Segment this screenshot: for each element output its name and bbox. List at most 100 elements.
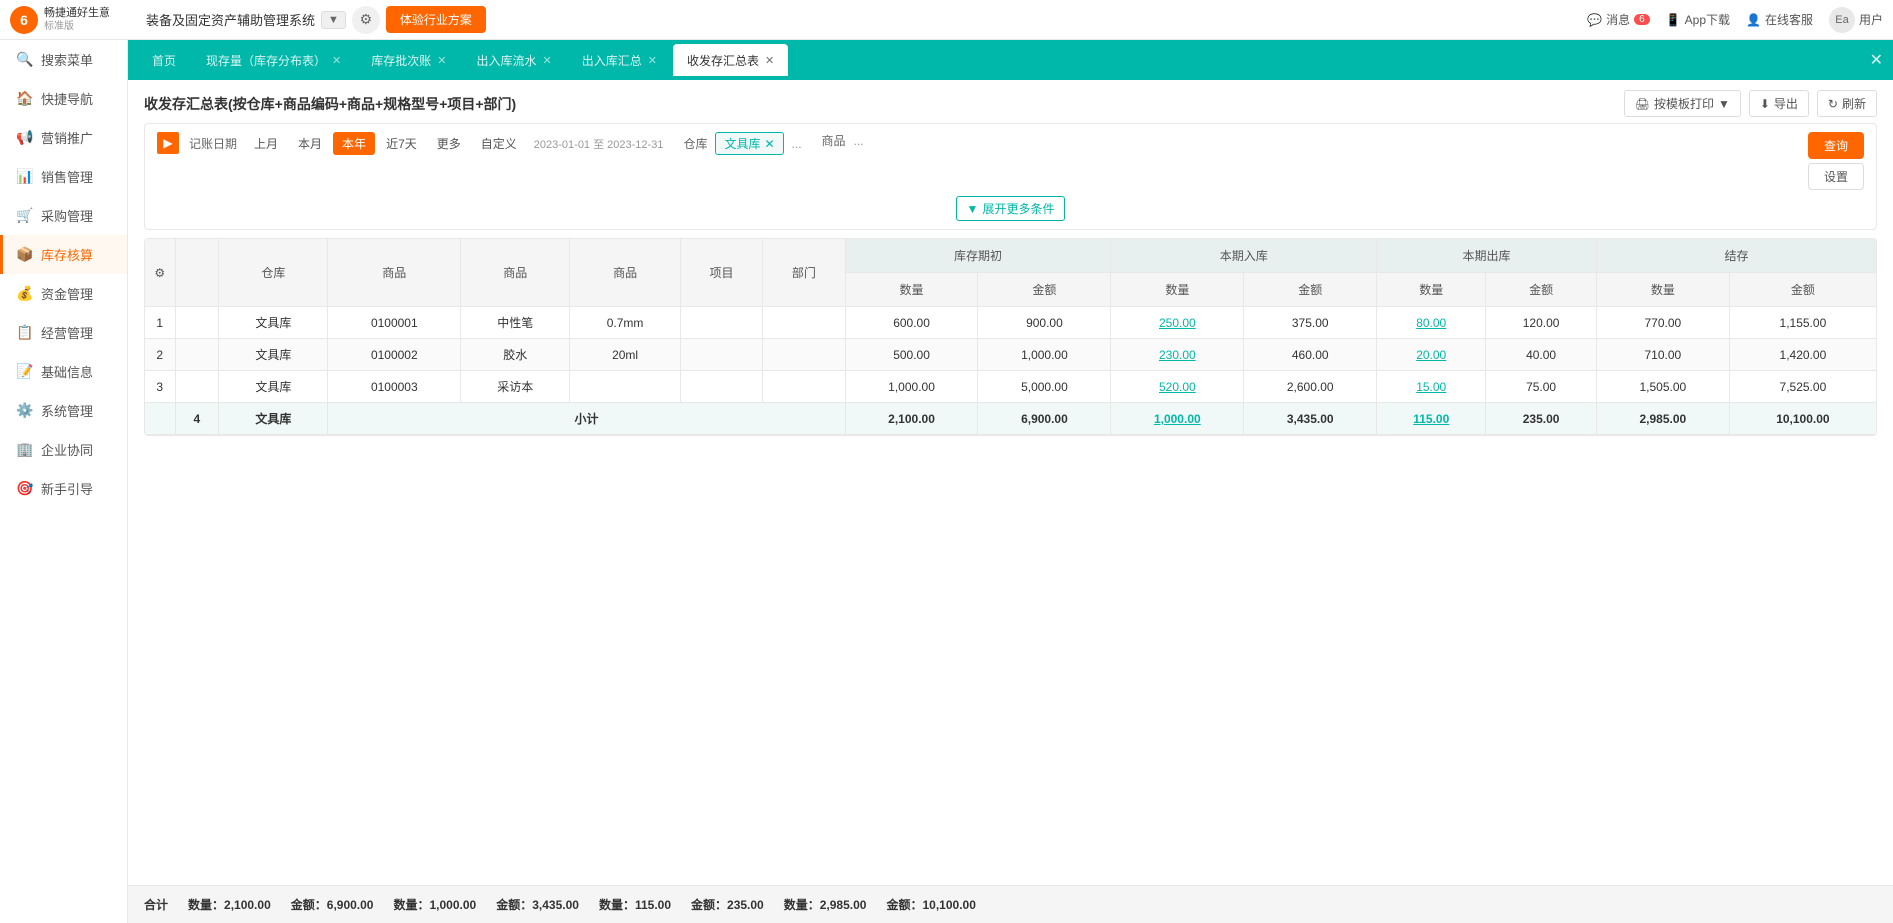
warehouse-tag: 文具库 ✕ (715, 132, 783, 155)
row2-num2 (175, 339, 219, 371)
tab-inventory-dist[interactable]: 现存量（库存分布表） ✕ (192, 44, 355, 76)
filter-settings-btn[interactable]: 设置 (1808, 163, 1864, 190)
tab-close-in-out-summary[interactable]: ✕ (648, 54, 657, 67)
table-row: 2 文具库 0100002 胶水 20ml 500.00 1,000. (145, 339, 1876, 371)
tab-recv-summary[interactable]: 收发存汇总表 ✕ (673, 44, 788, 76)
warehouse-more-btn[interactable]: ... (792, 137, 802, 151)
tab-in-out-flow[interactable]: 出入库流水 ✕ (462, 44, 565, 76)
row3-bal-qty: 1,505.00 (1596, 371, 1729, 403)
tab-close-batch-ledger[interactable]: ✕ (437, 54, 446, 67)
sidebar-item-purchase[interactable]: 🛒 采购管理 (0, 196, 127, 235)
system-dropdown[interactable]: ▼ (321, 11, 346, 29)
sidebar-item-inventory[interactable]: 📦 库存核算 (0, 235, 127, 274)
messages-badge: 6 (1634, 14, 1650, 25)
sidebar-item-enterprise[interactable]: 🏢 企业协同 (0, 430, 127, 469)
table-in-qty-header: 数量 (1111, 273, 1244, 307)
expand-conditions-btn[interactable]: ▼ 展开更多条件 (956, 196, 1066, 221)
table-in-amt-header: 金额 (1244, 273, 1377, 307)
export-btn[interactable]: ⬇ 导出 (1749, 90, 1809, 117)
user-menu[interactable]: Ea 用户 (1829, 7, 1883, 33)
row1-dept (763, 307, 845, 339)
row2-goods-code: 0100002 (328, 339, 461, 371)
sidebar-item-sales[interactable]: 📊 销售管理 (0, 157, 127, 196)
total-label: 合计 (144, 896, 168, 913)
subtotal-label: 小计 (328, 403, 845, 435)
row2-in-qty[interactable]: 230.00 (1111, 339, 1244, 371)
row2-out-qty[interactable]: 20.00 (1377, 339, 1486, 371)
row2-open-amt: 1,000.00 (978, 339, 1111, 371)
sidebar-item-marketing[interactable]: 📢 营销推广 (0, 118, 127, 157)
date-btn-custom[interactable]: 自定义 (472, 132, 526, 155)
date-label: 记账日期 (189, 135, 237, 152)
row1-open-amt: 900.00 (978, 307, 1111, 339)
sidebar-item-label: 资金管理 (41, 284, 93, 303)
date-range-display: 2023-01-01 至 2023-12-31 (534, 136, 664, 152)
row3-in-amt: 2,600.00 (1244, 371, 1377, 403)
tab-close-in-out-flow[interactable]: ✕ (543, 54, 552, 67)
purchase-icon: 🛒 (17, 208, 33, 224)
row2-num: 2 (145, 339, 175, 371)
table-settings-header[interactable]: ⚙ (145, 239, 175, 307)
row3-open-amt: 5,000.00 (978, 371, 1111, 403)
query-btn[interactable]: 查询 (1808, 132, 1864, 159)
messages-btn[interactable]: 💬 消息 6 (1587, 11, 1650, 28)
tab-close-recv-summary[interactable]: ✕ (765, 54, 774, 67)
tab-close-inventory-dist[interactable]: ✕ (332, 54, 341, 67)
sidebar-item-label: 企业协同 (41, 440, 93, 459)
subtotal-open-qty: 2,100.00 (845, 403, 978, 435)
sidebar-item-finance[interactable]: 💰 资金管理 (0, 274, 127, 313)
date-btn-more[interactable]: 更多 (428, 132, 470, 155)
subtotal-out-qty[interactable]: 115.00 (1377, 403, 1486, 435)
settings-icon[interactable]: ⚙ (352, 6, 380, 34)
date-btn-7days[interactable]: 近7天 (377, 132, 426, 155)
table-balance-header: 结存 (1596, 239, 1876, 273)
sidebar-item-search[interactable]: 🔍 搜索菜单 (0, 40, 127, 79)
row1-in-qty[interactable]: 250.00 (1111, 307, 1244, 339)
row2-project (680, 339, 762, 371)
row1-goods-code: 0100001 (328, 307, 461, 339)
warehouse-tag-close[interactable]: ✕ (764, 137, 774, 151)
subtotal-bal-amt: 10,100.00 (1729, 403, 1876, 435)
row3-goods-spec (570, 371, 681, 403)
goods-more-btn[interactable]: ... (854, 134, 864, 148)
table-goods-spec-header: 商品 (570, 239, 681, 307)
row1-out-qty[interactable]: 80.00 (1377, 307, 1486, 339)
refresh-btn[interactable]: ↻ 刷新 (1817, 90, 1877, 117)
tab-home[interactable]: 首页 (138, 44, 190, 76)
sidebar-item-operations[interactable]: 📋 经营管理 (0, 313, 127, 352)
trial-btn[interactable]: 体验行业方案 (386, 6, 486, 33)
print-btn[interactable]: 🖨 按模板打印 ▼ (1624, 90, 1741, 117)
row1-bal-amt: 1,155.00 (1729, 307, 1876, 339)
sidebar-item-newbie[interactable]: 🎯 新手引导 (0, 469, 127, 508)
row1-bal-qty: 770.00 (1596, 307, 1729, 339)
basic-info-icon: 📝 (17, 364, 33, 380)
table-row: 3 文具库 0100003 采访本 1,000.00 5,000.0 (145, 371, 1876, 403)
row3-in-qty[interactable]: 520.00 (1111, 371, 1244, 403)
online-service-btn[interactable]: 👤 在线客服 (1746, 11, 1813, 28)
operations-icon: 📋 (17, 325, 33, 341)
total-out-qty: 数量：115.00 (599, 896, 671, 913)
date-btn-this-year[interactable]: 本年 (333, 132, 375, 155)
date-btn-this-month[interactable]: 本月 (289, 132, 331, 155)
row3-out-qty[interactable]: 15.00 (1377, 371, 1486, 403)
table-goods-code-header: 商品 (328, 239, 461, 307)
table-bal-amt-header: 金额 (1729, 273, 1876, 307)
table-out-qty-header: 数量 (1377, 273, 1486, 307)
tab-in-out-summary[interactable]: 出入库汇总 ✕ (568, 44, 671, 76)
tab-bar-close-btn[interactable]: ✕ (1870, 50, 1883, 70)
table-project-header: 项目 (680, 239, 762, 307)
sidebar-item-quick-nav[interactable]: 🏠 快捷导航 (0, 79, 127, 118)
sidebar-item-label: 系统管理 (41, 401, 93, 420)
filter-collapse-arrow[interactable]: ▶ (157, 132, 179, 154)
tab-batch-ledger[interactable]: 库存批次账 ✕ (357, 44, 460, 76)
row2-dept (763, 339, 845, 371)
app-download-btn[interactable]: 📱 App下载 (1666, 11, 1730, 28)
sidebar-item-system[interactable]: ⚙️ 系统管理 (0, 391, 127, 430)
date-btn-last-month[interactable]: 上月 (245, 132, 287, 155)
print-icon: 🖨 (1635, 97, 1650, 111)
sidebar-item-label: 基础信息 (41, 362, 93, 381)
total-bal-qty: 数量：2,985.00 (784, 896, 867, 913)
subtotal-in-qty[interactable]: 1,000.00 (1111, 403, 1244, 435)
sidebar-item-basic-info[interactable]: 📝 基础信息 (0, 352, 127, 391)
row1-goods-spec: 0.7mm (570, 307, 681, 339)
